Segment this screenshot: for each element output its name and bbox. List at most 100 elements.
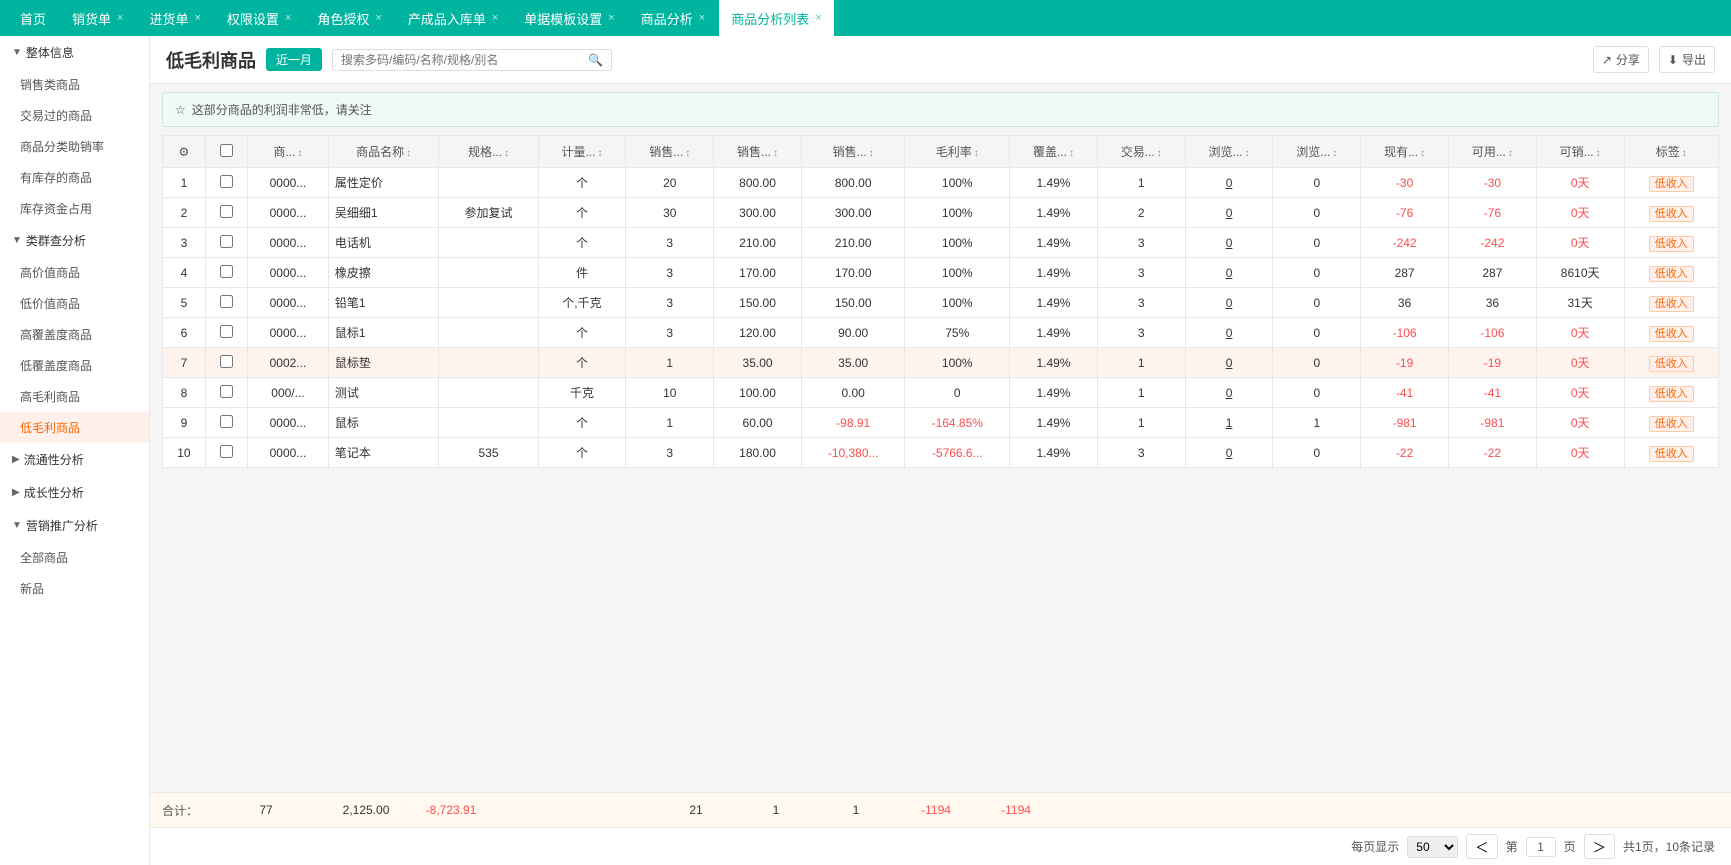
row-checkbox[interactable] (205, 228, 247, 258)
row-sales-profit: 150.00 (801, 288, 905, 318)
col-unit[interactable]: 计量...↕ (538, 136, 626, 168)
col-transaction[interactable]: 交易...↕ (1097, 136, 1185, 168)
sidebar-group-circulation[interactable]: ▶ 流通性分析 (0, 443, 149, 476)
col-available[interactable]: 可用...↕ (1448, 136, 1536, 168)
row-gross-margin: 0 (905, 378, 1010, 408)
prev-page-button[interactable]: ＜ (1466, 834, 1497, 859)
row-checkbox[interactable] (205, 288, 247, 318)
row-select-checkbox[interactable] (220, 385, 233, 398)
col-coverage[interactable]: 覆盖...↕ (1010, 136, 1098, 168)
sidebar-item-high-margin[interactable]: 高毛利商品 (0, 381, 149, 412)
row-select-checkbox[interactable] (220, 355, 233, 368)
row-checkbox[interactable] (205, 168, 247, 198)
col-code[interactable]: 商...↕ (248, 136, 329, 168)
col-sales-profit[interactable]: 销售...↕ (801, 136, 905, 168)
row-select-checkbox[interactable] (220, 415, 233, 428)
share-button[interactable]: ↗ 分享 (1593, 46, 1649, 73)
select-all-checkbox[interactable] (220, 144, 233, 157)
col-browse1[interactable]: 浏览...↕ (1185, 136, 1273, 168)
col-tag[interactable]: 标签↕ (1624, 136, 1718, 168)
row-browse1[interactable]: 0 (1185, 168, 1273, 198)
row-no: 8 (163, 378, 206, 408)
col-gross-margin[interactable]: 毛利率↕ (905, 136, 1010, 168)
col-saleable[interactable]: 可销...↕ (1536, 136, 1624, 168)
row-select-checkbox[interactable] (220, 445, 233, 458)
sidebar-item-new-goods[interactable]: 新品 (0, 573, 149, 604)
row-select-checkbox[interactable] (220, 295, 233, 308)
row-browse1[interactable]: 0 (1185, 198, 1273, 228)
sidebar-item-low-coverage[interactable]: 低覆盖度商品 (0, 350, 149, 381)
nav-close-template[interactable]: × (608, 12, 614, 24)
row-browse1[interactable]: 0 (1185, 438, 1273, 468)
sidebar-item-sales-goods[interactable]: 销售类商品 (0, 69, 149, 100)
col-browse2[interactable]: 浏览...↕ (1273, 136, 1361, 168)
nav-goods-analysis-list[interactable]: 商品分析列表 × (719, 0, 833, 36)
nav-goods-analysis[interactable]: 商品分析 × (629, 0, 717, 36)
col-current-stock[interactable]: 现有...↕ (1361, 136, 1449, 168)
row-browse1[interactable]: 0 (1185, 318, 1273, 348)
row-browse1[interactable]: 0 (1185, 228, 1273, 258)
nav-close-purchase[interactable]: × (194, 12, 200, 24)
sidebar-item-stocked-goods[interactable]: 有库存的商品 (0, 162, 149, 193)
sidebar-group-marketing[interactable]: ▼ 营销推广分析 (0, 509, 149, 542)
nav-close-role[interactable]: × (375, 12, 381, 24)
row-select-checkbox[interactable] (220, 265, 233, 278)
col-checkbox[interactable] (205, 136, 247, 168)
sidebar-item-all-goods[interactable]: 全部商品 (0, 542, 149, 573)
export-button[interactable]: ⬇ 导出 (1659, 46, 1715, 73)
row-select-checkbox[interactable] (220, 235, 233, 248)
search-input[interactable] (341, 53, 588, 67)
nav-close-product[interactable]: × (492, 12, 498, 24)
nav-close-goods-list[interactable]: × (815, 12, 821, 24)
table-container[interactable]: ⚙ 商...↕ 商品名称↕ 规格...↕ 计量...↕ 销售...↕ 销售...… (150, 135, 1731, 792)
row-select-checkbox[interactable] (220, 175, 233, 188)
search-icon[interactable]: 🔍 (588, 53, 603, 67)
sidebar-item-high-value[interactable]: 高价值商品 (0, 257, 149, 288)
sidebar-item-traded-goods[interactable]: 交易过的商品 (0, 100, 149, 131)
sidebar-item-high-coverage[interactable]: 高覆盖度商品 (0, 319, 149, 350)
col-spec[interactable]: 规格...↕ (439, 136, 538, 168)
col-sales-price[interactable]: 销售...↕ (714, 136, 802, 168)
nav-home[interactable]: 首页 (8, 0, 58, 36)
row-checkbox[interactable] (205, 408, 247, 438)
col-settings[interactable]: ⚙ (163, 136, 206, 168)
row-select-checkbox[interactable] (220, 325, 233, 338)
sidebar-group-overview[interactable]: ▼ 整体信息 (0, 36, 149, 69)
sidebar-item-low-margin[interactable]: 低毛利商品 (0, 412, 149, 443)
page-size-select[interactable]: 50 20 100 (1407, 836, 1458, 858)
row-checkbox[interactable] (205, 438, 247, 468)
nav-close-goods-analysis[interactable]: × (699, 12, 705, 24)
row-browse1[interactable]: 0 (1185, 258, 1273, 288)
row-checkbox[interactable] (205, 348, 247, 378)
row-coverage: 1.49% (1010, 168, 1098, 198)
next-page-button[interactable]: ＞ (1584, 834, 1615, 859)
row-checkbox[interactable] (205, 198, 247, 228)
col-sales-count[interactable]: 销售...↕ (626, 136, 714, 168)
row-select-checkbox[interactable] (220, 205, 233, 218)
sidebar-group-cluster[interactable]: ▼ 类群查分析 (0, 224, 149, 257)
row-browse1[interactable]: 0 (1185, 348, 1273, 378)
sidebar-item-category-rate[interactable]: 商品分类助销率 (0, 131, 149, 162)
row-available: -76 (1448, 198, 1536, 228)
nav-sales-order[interactable]: 销货单 × (60, 0, 135, 36)
row-browse1[interactable]: 1 (1185, 408, 1273, 438)
col-name[interactable]: 商品名称↕ (328, 136, 439, 168)
row-checkbox[interactable] (205, 318, 247, 348)
row-checkbox[interactable] (205, 258, 247, 288)
row-checkbox[interactable] (205, 378, 247, 408)
nav-purchase-order[interactable]: 进货单 × (137, 0, 212, 36)
nav-role-auth[interactable]: 角色授权 × (305, 0, 393, 36)
nav-close-sales[interactable]: × (117, 12, 123, 24)
nav-product-inbound[interactable]: 产成品入库单 × (396, 0, 510, 36)
sidebar-group-growth[interactable]: ▶ 成长性分析 (0, 476, 149, 509)
time-filter-button[interactable]: 近一月 (266, 48, 322, 71)
nav-permission-settings[interactable]: 权限设置 × (215, 0, 303, 36)
row-code: 0000... (248, 258, 329, 288)
total-records-label: 共1页，10条记录 (1623, 838, 1715, 855)
sidebar-item-stock-capital[interactable]: 库存资金占用 (0, 193, 149, 224)
row-browse1[interactable]: 0 (1185, 378, 1273, 408)
row-browse1[interactable]: 0 (1185, 288, 1273, 318)
nav-close-permission[interactable]: × (285, 12, 291, 24)
sidebar-item-low-value[interactable]: 低价值商品 (0, 288, 149, 319)
nav-template-settings[interactable]: 单据模板设置 × (512, 0, 626, 36)
